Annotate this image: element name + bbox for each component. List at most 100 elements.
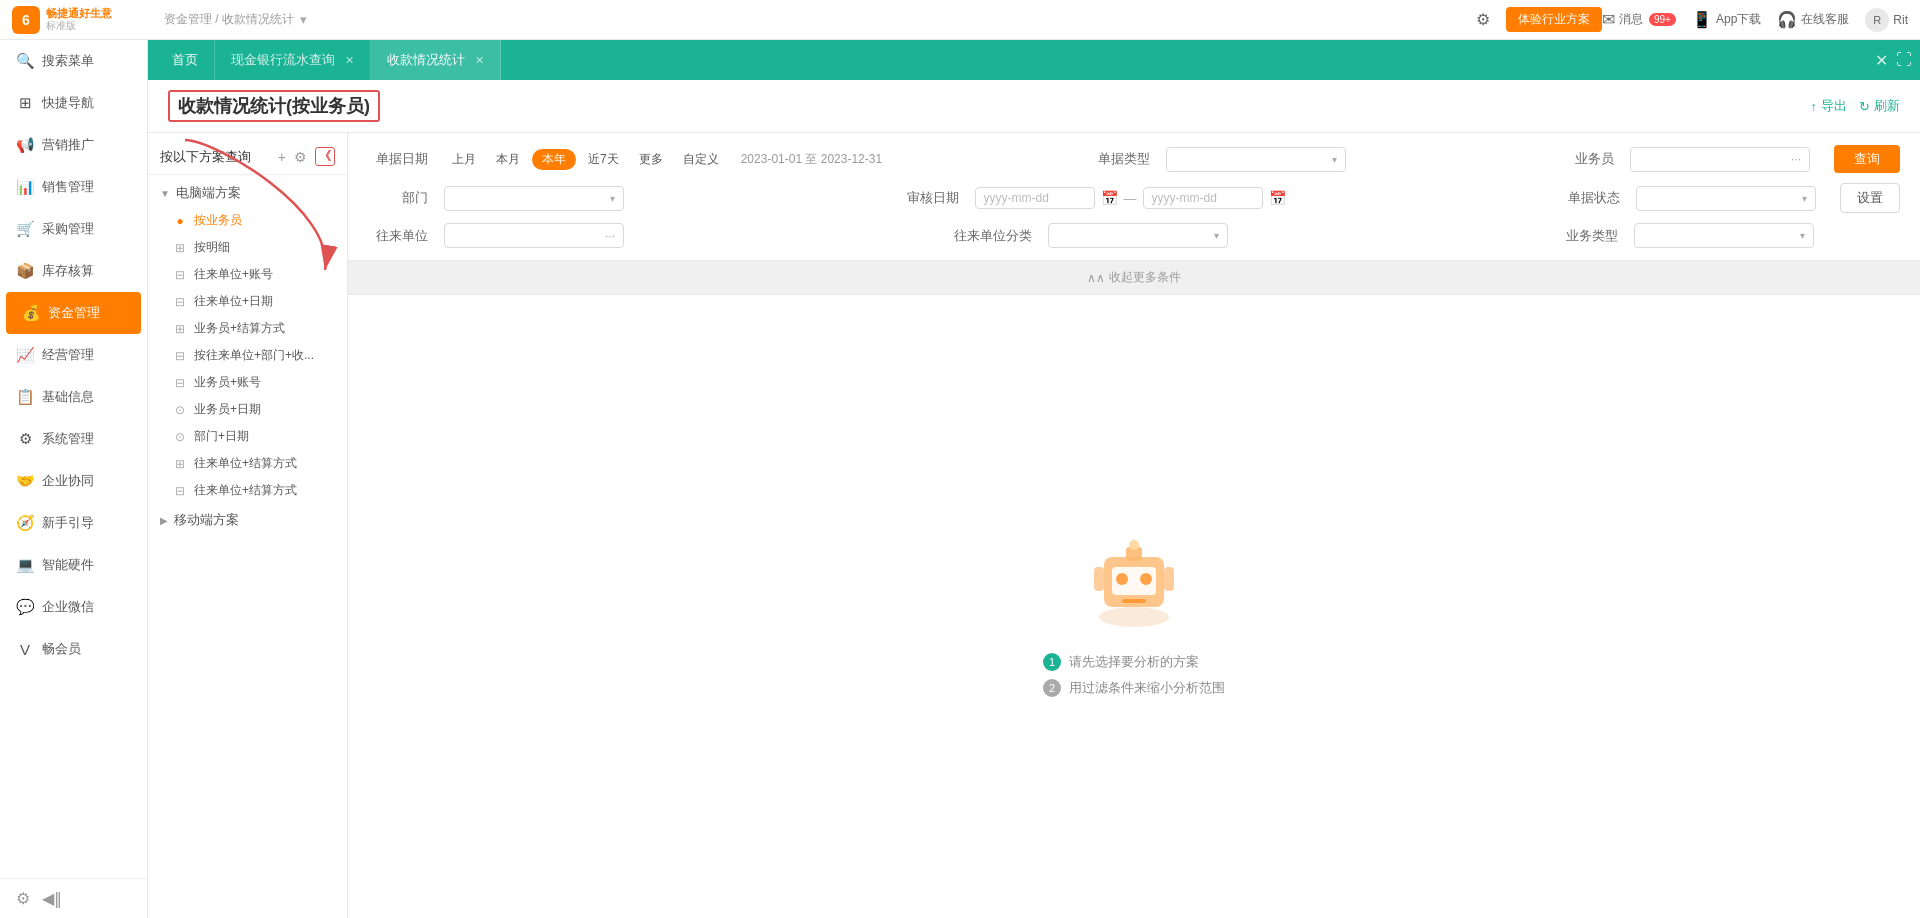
scheme-item-partner-account[interactable]: ⊟ 往来单位+账号 [148,261,347,288]
tip-num-2: 2 [1043,679,1061,697]
scheme-item-salesperson-account[interactable]: ⊟ 业务员+账号 [148,369,347,396]
page-title: 收款情况统计(按业务员) [168,90,380,122]
date-tab-this-year[interactable]: 本年 [532,149,576,170]
calendar-end-icon[interactable]: 📅 [1269,190,1286,206]
scheme-item-partner-dept-collect[interactable]: ⊟ 按往来单位+部门+收... [148,342,347,369]
scheme-item-salesperson-settlement[interactable]: ⊞ 业务员+结算方式 [148,315,347,342]
gear-button[interactable]: ⚙ [1476,10,1490,29]
scheme-group-desktop-header[interactable]: ▼ 电脑端方案 [148,179,347,207]
clock2-icon: ⊙ [172,430,188,444]
partner-select[interactable]: ··· [444,223,624,248]
sidebar-item-quicknav[interactable]: ⊞ 快捷导航 [0,82,147,124]
query-button[interactable]: 查询 [1834,145,1900,173]
tab-receipt[interactable]: 收款情况统计 ✕ [371,40,501,80]
scheme-item-salesperson-date[interactable]: ⊙ 业务员+日期 [148,396,347,423]
tab-home[interactable]: 首页 [156,40,215,80]
sidebar-item-marketing[interactable]: 📢 营销推广 [0,124,147,166]
scheme-item-partner-settlement2[interactable]: ⊟ 往来单位+结算方式 [148,477,347,504]
sidebar-item-operation[interactable]: 📈 经营管理 [0,334,147,376]
money-icon: 💰 [22,304,40,322]
tab-bank-close[interactable]: ✕ [345,54,354,67]
scheme-item-dept-date[interactable]: ⊙ 部门+日期 [148,423,347,450]
date-tab-custom[interactable]: 自定义 [675,149,727,170]
chevron-down-icon: ▼ [160,188,170,199]
tabbar-right-actions: ✕ ⛶ [1875,51,1912,70]
sidebar-item-enterprise[interactable]: 🤝 企业协同 [0,460,147,502]
more-dots-icon[interactable]: ··· [1791,152,1801,166]
business-type-select[interactable]: ▾ [1634,223,1814,248]
scheme-item-partner-settlement1[interactable]: ⊞ 往来单位+结算方式 [148,450,347,477]
tab-receipt-close[interactable]: ✕ [475,54,484,67]
handshake-icon: 🤝 [16,472,34,490]
clock-icon: ⊙ [172,403,188,417]
chevron-down-icon: ▾ [1214,230,1219,241]
sidebar-item-guide[interactable]: 🧭 新手引导 [0,502,147,544]
export-icon: ↑ [1811,99,1818,114]
export-button[interactable]: ↑ 导出 [1811,97,1848,115]
scheme-add-button[interactable]: + [278,149,286,165]
doc-type-select[interactable]: ▾ [1166,147,1346,172]
scheme-group-mobile-header[interactable]: ▶ 移动端方案 [148,506,347,534]
scheme-settings-button[interactable]: ⚙ [294,149,307,165]
sidebar: 🔍 搜索菜单 ⊞ 快捷导航 📢 营销推广 📊 销售管理 🛒 采购管理 📦 库存核… [0,40,148,918]
trend-icon: 📈 [16,346,34,364]
collapse-bar[interactable]: ∧∧ 收起更多条件 [348,261,1920,295]
empty-tip-2: 2 用过滤条件来缩小分析范围 [1043,679,1225,697]
sidebar-item-finance[interactable]: 💰 资金管理 [6,292,141,334]
business-type-label: 业务类型 [1558,227,1618,245]
sidebar-item-inventory[interactable]: 📦 库存核算 [0,250,147,292]
filter-row-3: 往来单位 ··· 往来单位分类 ▾ 业务类型 ▾ [368,223,1900,248]
scheme-item-by-detail[interactable]: ⊞ 按明细 [148,234,347,261]
sidebar-collapse-icon[interactable]: ◀‖ [42,889,62,908]
tab-bank[interactable]: 现金银行流水查询 ✕ [215,40,371,80]
salesperson-label: 业务员 [1554,150,1614,168]
sidebar-item-system[interactable]: ⚙ 系统管理 [0,418,147,460]
sidebar-item-hardware[interactable]: 💻 智能硬件 [0,544,147,586]
chevron-down-icon: ▾ [1332,154,1337,165]
dept-select[interactable]: ▾ [444,186,624,211]
sidebar-item-basic[interactable]: 📋 基础信息 [0,376,147,418]
filter-row-2: 部门 ▾ 审核日期 yyyy-mm-dd 📅 — yyyy-mm-dd 📅 [368,183,1900,213]
scheme-item-partner-date[interactable]: ⊟ 往来单位+日期 [148,288,347,315]
app-download-button[interactable]: 📱 App下载 [1692,10,1761,29]
doc-status-select[interactable]: ▾ [1636,186,1816,211]
scheme-item-by-salesperson[interactable]: ● 按业务员 [148,207,347,234]
window-close-icon[interactable]: ✕ [1875,51,1888,70]
date-tabs: 上月 本月 本年 近7天 更多 自定义 [444,149,727,170]
sidebar-item-member[interactable]: V 畅会员 [0,628,147,670]
date-range-text: 2023-01-01 至 2023-12-31 [741,151,882,168]
online-service-button[interactable]: 🎧 在线客服 [1777,10,1849,29]
tabbar: 首页 现金银行流水查询 ✕ 收款情况统计 ✕ ✕ ⛶ [148,40,1920,80]
review-date-end-input[interactable]: yyyy-mm-dd [1143,187,1263,209]
partner-more-icon[interactable]: ··· [605,229,615,243]
filter-panel: 单据日期 上月 本月 本年 近7天 更多 自定义 2023-01-01 至 20… [348,133,1920,918]
scheme-collapse-button[interactable]: 《 [315,147,335,166]
svg-point-3 [1116,573,1128,585]
sidebar-item-wechat[interactable]: 💬 企业微信 [0,586,147,628]
date-tab-more[interactable]: 更多 [631,149,671,170]
calendar-start-icon[interactable]: 📅 [1101,190,1118,206]
messages-button[interactable]: ✉ 消息 99+ [1602,10,1676,29]
date-tab-last-month[interactable]: 上月 [444,149,484,170]
tip-num-1: 1 [1043,653,1061,671]
topbar-breadcrumb: 资金管理 / 收款情况统计 ▾ [164,11,1476,28]
partner-category-label: 往来单位分类 [954,227,1032,245]
chevron-down-icon[interactable]: ▾ [300,12,307,27]
date-tab-last7[interactable]: 近7天 [580,149,627,170]
sidebar-item-sales[interactable]: 📊 销售管理 [0,166,147,208]
megaphone-icon: 📢 [16,136,34,154]
review-date-start-input[interactable]: yyyy-mm-dd [975,187,1095,209]
sidebar-item-purchase[interactable]: 🛒 采购管理 [0,208,147,250]
svg-rect-9 [1164,567,1174,591]
user-menu[interactable]: R Rit [1865,8,1908,32]
sidebar-item-search[interactable]: 🔍 搜索菜单 [0,40,147,82]
salesperson-select[interactable]: ··· [1630,147,1810,172]
sidebar-settings-icon[interactable]: ⚙ [16,889,30,908]
trial-button[interactable]: 体验行业方案 [1506,7,1602,32]
window-expand-icon[interactable]: ⛶ [1896,51,1912,69]
refresh-icon: ↻ [1859,99,1870,114]
settings-button[interactable]: 设置 [1840,183,1900,213]
date-tab-this-month[interactable]: 本月 [488,149,528,170]
refresh-button[interactable]: ↻ 刷新 [1859,97,1900,115]
partner-category-select[interactable]: ▾ [1048,223,1228,248]
